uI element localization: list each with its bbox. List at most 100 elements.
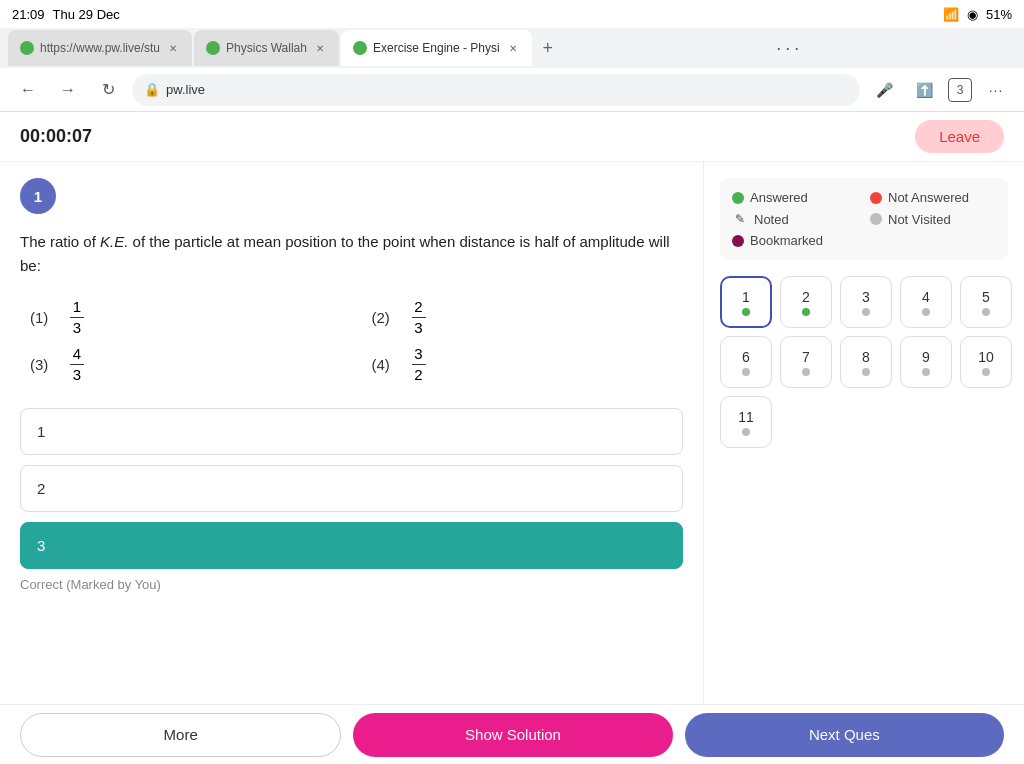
tab-favicon-1	[20, 41, 34, 55]
microphone-icon[interactable]: 🎤	[868, 74, 900, 106]
q-cell-8[interactable]: 8	[840, 336, 892, 388]
tab-close-1[interactable]: ✕	[166, 41, 180, 55]
q-cell-10[interactable]: 10	[960, 336, 1012, 388]
question-number-grid: 1 2 3 4 5 6 7	[720, 276, 1008, 448]
q-cell-5[interactable]: 5	[960, 276, 1012, 328]
legend-not-answered: Not Answered	[870, 190, 996, 205]
answer-choice-1[interactable]: 1	[20, 408, 683, 455]
q-cell-3[interactable]: 3	[840, 276, 892, 328]
nav-bar: ← → ↻ 🔒 pw.live 🎤 ⬆️ 3 ···	[0, 68, 1024, 112]
battery-indicator: ◉	[967, 7, 978, 22]
reload-button[interactable]: ↻	[92, 74, 124, 106]
app-header: 00:00:07 Leave	[0, 112, 1024, 162]
tab-favicon-3	[353, 41, 367, 55]
option-3: (3) 4 3	[30, 345, 342, 384]
fraction-3-den: 3	[70, 365, 84, 384]
new-tab-button[interactable]: +	[534, 34, 562, 62]
fraction-4-den: 2	[412, 365, 426, 384]
legend-not-visited: Not Visited	[870, 211, 996, 227]
main-content: 1 The ratio of K.E. of the particle at m…	[0, 162, 1024, 704]
lock-icon: 🔒	[144, 82, 160, 97]
noted-label: Noted	[754, 212, 789, 227]
tab-exercise-engine[interactable]: Exercise Engine - Physi ✕	[341, 30, 532, 66]
next-question-button[interactable]: Next Ques	[685, 713, 1004, 757]
fraction-3: 4 3	[70, 345, 84, 384]
q-cell-7[interactable]: 7	[780, 336, 832, 388]
q-cell-6[interactable]: 6	[720, 336, 772, 388]
fraction-3-num: 4	[70, 345, 84, 365]
q-num-1: 1	[742, 289, 750, 305]
tab-close-3[interactable]: ✕	[506, 41, 520, 55]
option-label-3: (3)	[30, 356, 60, 373]
q-cell-4[interactable]: 4	[900, 276, 952, 328]
q-num-10: 10	[978, 349, 994, 365]
fraction-1-num: 1	[70, 298, 84, 318]
q-dot-8	[862, 368, 870, 376]
fraction-4-num: 3	[412, 345, 426, 365]
tabs-count-button[interactable]: 3	[948, 78, 972, 102]
legend-answered: Answered	[732, 190, 858, 205]
option-4: (4) 3 2	[372, 345, 684, 384]
more-options-icon[interactable]: ···	[980, 74, 1012, 106]
question-panel: 1 The ratio of K.E. of the particle at m…	[0, 162, 704, 704]
q-num-5: 5	[982, 289, 990, 305]
answered-dot	[732, 192, 744, 204]
q-dot-10	[982, 368, 990, 376]
option-label-1: (1)	[30, 309, 60, 326]
option-1: (1) 1 3	[30, 298, 342, 337]
options-grid: (1) 1 3 (2) 2 3 (3) 4 3	[20, 298, 683, 384]
q-num-4: 4	[922, 289, 930, 305]
q-num-2: 2	[802, 289, 810, 305]
q-dot-9	[922, 368, 930, 376]
legend-noted: ✎ Noted	[732, 211, 858, 227]
tab-label-1: https://www.pw.live/stu	[40, 41, 160, 55]
q-cell-9[interactable]: 9	[900, 336, 952, 388]
tab-close-2[interactable]: ✕	[313, 41, 327, 55]
fraction-2: 2 3	[412, 298, 426, 337]
fraction-4: 3 2	[412, 345, 426, 384]
tab-physics-wallah[interactable]: Physics Wallah ✕	[194, 30, 339, 66]
q-cell-11[interactable]: 11	[720, 396, 772, 448]
url-text: pw.live	[166, 82, 205, 97]
leave-button[interactable]: Leave	[915, 120, 1004, 153]
q-dot-7	[802, 368, 810, 376]
not-answered-label: Not Answered	[888, 190, 969, 205]
fraction-1-den: 3	[70, 318, 84, 337]
q-dot-2	[802, 308, 810, 316]
question-text: The ratio of K.E. of the particle at mea…	[20, 230, 683, 278]
bottom-bar: More Show Solution Next Ques	[0, 704, 1024, 764]
timer-display: 00:00:07	[20, 126, 92, 147]
q-dot-6	[742, 368, 750, 376]
more-button[interactable]: More	[20, 713, 341, 757]
q-dot-11	[742, 428, 750, 436]
q-dot-4	[922, 308, 930, 316]
browser-actions: 🎤 ⬆️ 3 ···	[868, 74, 1012, 106]
back-button[interactable]: ←	[12, 74, 44, 106]
answer-choice-3[interactable]: 3	[20, 522, 683, 569]
fraction-1: 1 3	[70, 298, 84, 337]
address-bar[interactable]: 🔒 pw.live	[132, 74, 860, 106]
tab-pw-live[interactable]: https://www.pw.live/stu ✕	[8, 30, 192, 66]
option-label-2: (2)	[372, 309, 402, 326]
share-icon[interactable]: ⬆️	[908, 74, 940, 106]
q-num-6: 6	[742, 349, 750, 365]
q-cell-2[interactable]: 2	[780, 276, 832, 328]
not-visited-dot	[870, 213, 882, 225]
q-cell-1[interactable]: 1	[720, 276, 772, 328]
not-visited-label: Not Visited	[888, 212, 951, 227]
show-solution-button[interactable]: Show Solution	[353, 713, 672, 757]
q-dot-3	[862, 308, 870, 316]
tab-label-2: Physics Wallah	[226, 41, 307, 55]
forward-button[interactable]: →	[52, 74, 84, 106]
option-2: (2) 2 3	[372, 298, 684, 337]
not-answered-dot	[870, 192, 882, 204]
correct-label: Correct (Marked by You)	[20, 577, 683, 592]
answered-label: Answered	[750, 190, 808, 205]
bookmarked-dot	[732, 235, 744, 247]
tab-bar: https://www.pw.live/stu ✕ Physics Wallah…	[0, 28, 1024, 68]
battery-percent: 51%	[986, 7, 1012, 22]
noted-icon: ✎	[732, 211, 748, 227]
answer-choice-2[interactable]: 2	[20, 465, 683, 512]
tab-favicon-2	[206, 41, 220, 55]
q-num-8: 8	[862, 349, 870, 365]
